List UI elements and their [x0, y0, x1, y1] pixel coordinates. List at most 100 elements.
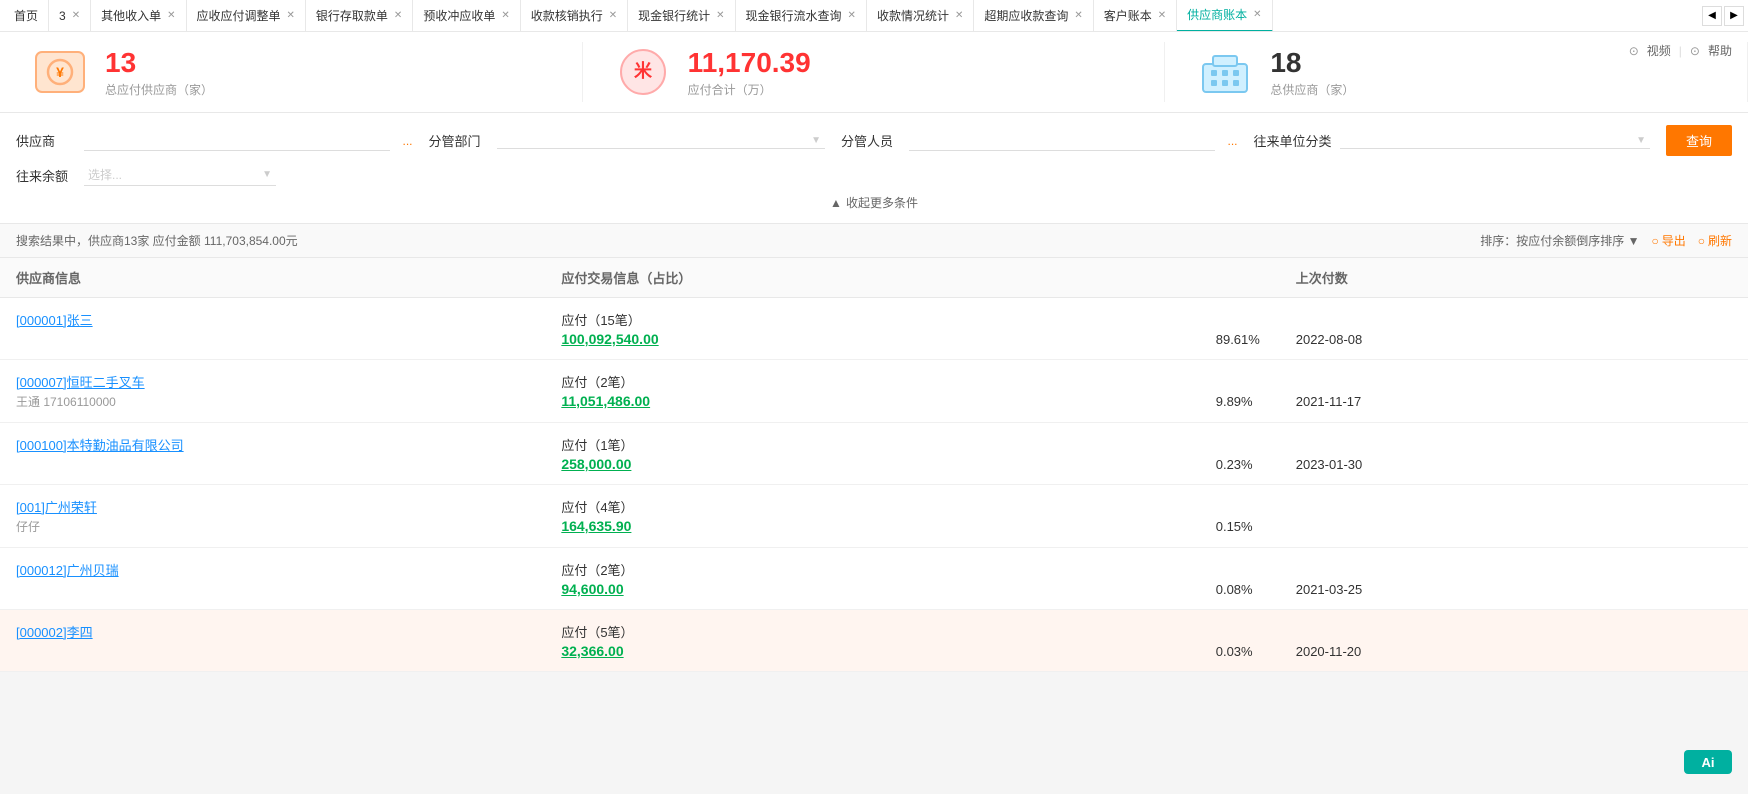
close-icon[interactable]: ✕	[1158, 10, 1166, 21]
supplier-link-1[interactable]: [000007]恒旺二手叉车	[16, 372, 561, 391]
trade-amount-3[interactable]: 164,635.90	[561, 518, 1215, 534]
refresh-button[interactable]: ○ 刷新	[1698, 232, 1732, 249]
ai-button[interactable]: Ai	[1684, 750, 1732, 774]
pct-cell-0: 89.61%	[1216, 310, 1296, 347]
trade-amount-5[interactable]: 32,366.00	[561, 643, 1215, 659]
tab-cash-bank-flow[interactable]: 现金银行流水查询 ✕	[736, 0, 867, 32]
balance-filter-select[interactable]: 选择... ▼	[84, 164, 276, 186]
category-filter-label: 往来单位分类	[1254, 131, 1332, 150]
last-pay-cell-0: 2022-08-08	[1296, 310, 1732, 347]
top-links: ⊙ 视频 | ⊙ 帮助	[1629, 42, 1732, 59]
pct-cell-4: 0.08%	[1216, 560, 1296, 597]
tab-customer-book[interactable]: 客户账本 ✕	[1094, 0, 1177, 32]
trade-cell-1: 应付（2笔） 11,051,486.00	[561, 372, 1215, 409]
trade-amount-4[interactable]: 94,600.00	[561, 581, 1215, 597]
tab-collection-exec[interactable]: 收款核销执行 ✕	[521, 0, 628, 32]
result-actions: 排序：按应付余额倒序排序 ▼ ○ 导出 ○ 刷新	[1480, 232, 1732, 249]
close-icon[interactable]: ✕	[1074, 10, 1082, 21]
close-icon[interactable]: ✕	[716, 10, 724, 21]
trade-cell-2: 应付（1笔） 258,000.00	[561, 435, 1215, 472]
tab-collection-stat[interactable]: 收款情况统计 ✕	[867, 0, 974, 32]
sort-label: 排序：按应付余额倒序排序 ▼	[1480, 232, 1639, 249]
last-pay-cell-5: 2020-11-20	[1296, 622, 1732, 659]
supplier-cell-4: [000012]广州贝瑞	[16, 560, 561, 579]
supplier-ellipsis-button[interactable]: ...	[402, 134, 412, 148]
help-link[interactable]: 帮助	[1708, 42, 1732, 59]
table-row: [000007]恒旺二手叉车 王通 17106110000 应付（2笔） 11,…	[0, 360, 1748, 423]
close-icon[interactable]: ✕	[1253, 9, 1261, 20]
category-filter-select[interactable]: ▼	[1340, 133, 1650, 149]
pct-cell-3: 0.15%	[1216, 497, 1296, 534]
payable-icon: ¥	[30, 42, 90, 102]
video-link[interactable]: 视频	[1647, 42, 1671, 59]
trade-cell-4: 应付（2笔） 94,600.00	[561, 560, 1215, 597]
tab-home[interactable]: 首页	[4, 0, 49, 32]
nav-arrows: ◀ ▶	[1702, 6, 1744, 26]
tab-3[interactable]: 3 ✕	[49, 0, 91, 32]
filter-supplier: 供应商 ...	[16, 131, 413, 151]
trade-amount-0[interactable]: 100,092,540.00	[561, 331, 1215, 347]
trade-label-0: 应付（15笔）	[561, 310, 1215, 329]
person-ellipsis-button[interactable]: ...	[1227, 134, 1237, 148]
chevron-up-icon: ▲	[830, 196, 842, 210]
table-row: [000012]广州贝瑞 应付（2笔） 94,600.00 0.08% 2021…	[0, 548, 1748, 610]
payable-number: 13	[105, 46, 213, 80]
filter-row-2: 往来余额 选择... ▼	[16, 164, 1732, 186]
svg-text:¥: ¥	[56, 64, 64, 80]
payable-label: 总应付供应商（家）	[105, 81, 213, 98]
table-body: [000001]张三 应付（15笔） 100,092,540.00 89.61%…	[0, 298, 1748, 672]
nav-next-button[interactable]: ▶	[1724, 6, 1744, 26]
supplier-link-4[interactable]: [000012]广州贝瑞	[16, 560, 561, 579]
export-button[interactable]: ○ 导出	[1651, 232, 1685, 249]
tab-bank-deposit[interactable]: 银行存取款单 ✕	[306, 0, 413, 32]
tab-ar-ap-adjust[interactable]: 应收应付调整单 ✕	[187, 0, 306, 32]
pct-cell-5: 0.03%	[1216, 622, 1296, 659]
total-label: 应付合计（万）	[688, 81, 811, 98]
supplier-link-2[interactable]: [000100]本特勤油品有限公司	[16, 435, 561, 454]
tab-other-income[interactable]: 其他收入单 ✕	[91, 0, 186, 32]
close-icon[interactable]: ✕	[609, 10, 617, 21]
stat-payable-total: 米 11,170.39 应付合计（万）	[583, 42, 1166, 102]
header-trade: 应付交易信息（占比）	[561, 268, 1215, 287]
filter-row-1: 供应商 ... 分管部门 ▼ 分管人员 ... 往来单位分类 ▼ 查询	[16, 125, 1732, 156]
stat-total-content: 11,170.39 应付合计（万）	[688, 46, 811, 99]
close-icon[interactable]: ✕	[394, 10, 402, 21]
close-icon[interactable]: ✕	[955, 10, 963, 21]
table-row: [000100]本特勤油品有限公司 应付（1笔） 258,000.00 0.23…	[0, 423, 1748, 485]
query-button[interactable]: 查询	[1666, 125, 1732, 156]
close-icon[interactable]: ✕	[848, 10, 856, 21]
close-icon[interactable]: ✕	[72, 10, 80, 21]
supplier-link-0[interactable]: [000001]张三	[16, 310, 561, 329]
header-last-pay: 上次付数	[1296, 268, 1732, 287]
dept-filter-select[interactable]: ▼	[497, 133, 826, 149]
close-icon[interactable]: ✕	[287, 10, 295, 21]
tab-supplier-book[interactable]: 供应商账本 ✕	[1177, 0, 1272, 32]
supplier-link-5[interactable]: [000002]李四	[16, 622, 561, 641]
nav-prev-button[interactable]: ◀	[1702, 6, 1722, 26]
supplier-sub-1: 王通 17106110000	[16, 393, 561, 410]
supplier-filter-input[interactable]	[84, 131, 390, 151]
dept-filter-label: 分管部门	[429, 131, 489, 150]
tab-overdue-ar[interactable]: 超期应收款查询 ✕	[974, 0, 1093, 32]
last-pay-cell-1: 2021-11-17	[1296, 372, 1732, 409]
tab-cash-bank-stat[interactable]: 现金银行统计 ✕	[628, 0, 735, 32]
sort-icon[interactable]: ▼	[1628, 234, 1640, 248]
chevron-down-icon: ▼	[262, 169, 272, 180]
filter-category: 往来单位分类 ▼	[1254, 131, 1651, 150]
close-icon[interactable]: ✕	[501, 10, 509, 21]
close-icon[interactable]: ✕	[167, 10, 175, 21]
trade-label-5: 应付（5笔）	[561, 622, 1215, 641]
person-filter-input[interactable]	[909, 131, 1215, 151]
stat-payable-suppliers: ¥ 13 总应付供应商（家）	[0, 42, 583, 102]
stats-bar: ¥ 13 总应付供应商（家） 米 11,170.39 应付合计（万）	[0, 32, 1748, 113]
filter-bar: 供应商 ... 分管部门 ▼ 分管人员 ... 往来单位分类 ▼ 查询	[0, 113, 1748, 224]
collapse-button[interactable]: ▲ 收起更多条件	[16, 194, 1732, 211]
trade-amount-2[interactable]: 258,000.00	[561, 456, 1215, 472]
supplier-icon	[1195, 42, 1255, 102]
svg-text:米: 米	[634, 60, 653, 81]
total-number: 11,170.39	[688, 46, 811, 80]
tab-prepay-ar[interactable]: 预收冲应收单 ✕	[413, 0, 520, 32]
supplier-link-3[interactable]: [001]广州荣轩	[16, 497, 561, 516]
balance-filter-label: 往来余额	[16, 166, 76, 185]
trade-amount-1[interactable]: 11,051,486.00	[561, 393, 1215, 409]
